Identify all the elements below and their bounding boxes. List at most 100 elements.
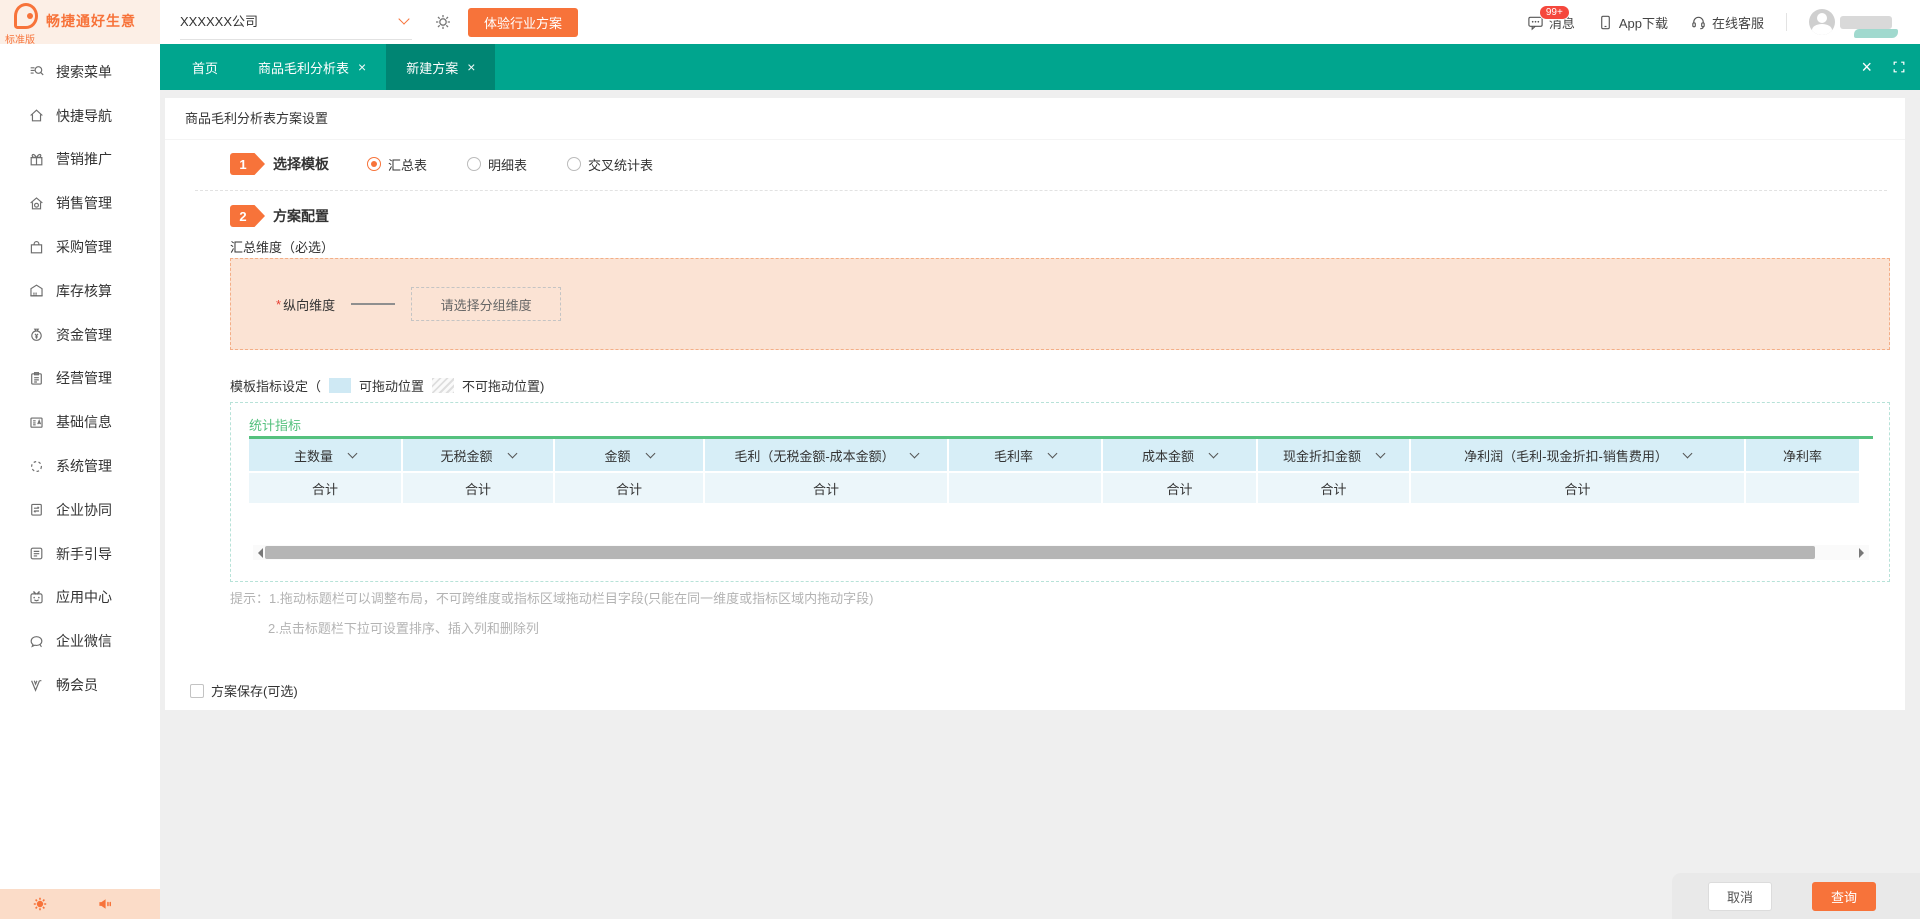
hint1-text: 1.拖动标题栏可以调整布局，不可跨维度或指标区域拖动栏目字段(只能在同一维度或指…: [269, 591, 874, 606]
indicator-table: 主数量 无税金额 金额 毛利（无税金额-成本金额） 毛利率 成本金额 现金折扣金额 净利润（毛…: [249, 439, 1859, 503]
column-header-主数量[interactable]: 主数量: [249, 439, 401, 471]
radio-明细表[interactable]: 明细表: [467, 155, 527, 174]
column-header-毛利率[interactable]: 毛利率: [949, 439, 1101, 471]
not-draggable-swatch-icon: [432, 378, 455, 393]
chevron-down-icon: [1682, 448, 1693, 458]
column-header-毛利（无税金额-成本金额）[interactable]: 毛利（无税金额-成本金额）: [705, 439, 947, 471]
sidebar-item-快捷导航[interactable]: 快捷导航: [0, 94, 160, 138]
sidebar-item-企业微信[interactable]: 企业微信: [0, 619, 160, 663]
messages-item[interactable]: 消息 99+: [1527, 4, 1575, 32]
column-label: 主数量: [293, 448, 333, 464]
settings-gear-icon[interactable]: [434, 13, 452, 31]
total-label: 合计: [311, 481, 338, 497]
tab-close-icon[interactable]: ×: [358, 60, 366, 74]
sidebar-item-label: 营销推广: [56, 151, 112, 168]
column-header-成本金额[interactable]: 成本金额: [1103, 439, 1256, 471]
fullscreen-icon[interactable]: [1892, 60, 1906, 74]
brand-area: 畅捷通好生意 标准版: [0, 0, 160, 46]
id-card-icon: [28, 414, 45, 431]
app-window: 畅捷通好生意 标准版 XXXXXX公司 体验行业方案 消息 99+ App下载 …: [0, 0, 1920, 919]
summary-dimension-label: 汇总维度（必选）: [230, 240, 335, 255]
chevron-down-icon: [645, 448, 655, 458]
sidebar-item-label: 采购管理: [56, 239, 112, 256]
chevron-down-icon: [1208, 448, 1219, 458]
total-label: 合计: [1320, 481, 1347, 497]
sidebar-item-畅会员[interactable]: 畅会员: [0, 663, 160, 707]
save-scheme-option[interactable]: 方案保存(可选): [190, 681, 298, 700]
column-total-cell: 合计: [1103, 473, 1256, 503]
column-header-无税金额[interactable]: 无税金额: [403, 439, 553, 471]
close-icon[interactable]: ×: [1861, 57, 1872, 78]
chevron-down-icon: [347, 448, 358, 458]
query-button[interactable]: 查询: [1812, 881, 1876, 911]
column-total-cell: 合计: [249, 473, 401, 503]
sidebar-item-新手引导[interactable]: 新手引导: [0, 532, 160, 576]
tab-label: 商品毛利分析表: [258, 60, 350, 76]
column-header-净利率[interactable]: 净利率: [1746, 439, 1859, 471]
sidebar-item-label: 系统管理: [56, 458, 112, 475]
bag-icon: [28, 239, 45, 256]
dimension-drop-zone: * 纵向维度 请选择分组维度: [230, 258, 1890, 350]
sidebar-item-应用中心[interactable]: 应用中心: [0, 576, 160, 620]
support-item[interactable]: 在线客服: [1690, 13, 1764, 32]
edition-label: 标准版: [5, 35, 35, 46]
sidebar-item-经营管理[interactable]: 经营管理: [0, 357, 160, 401]
cancel-button[interactable]: 取消: [1708, 881, 1772, 911]
scroll-left-icon[interactable]: [253, 547, 263, 558]
radio-交叉统计表[interactable]: 交叉统计表: [567, 155, 653, 174]
step2-badge: 2: [230, 205, 265, 227]
announcement-speaker-icon[interactable]: [96, 896, 112, 912]
divider: [1786, 13, 1787, 31]
not-draggable-label: 不可拖动位置): [462, 379, 545, 394]
tab-close-icon[interactable]: ×: [467, 60, 475, 74]
column-header-现金折扣金额[interactable]: 现金折扣金额: [1258, 439, 1409, 471]
scrollbar-thumb[interactable]: [265, 546, 1815, 559]
step1-label: 选择模板: [273, 156, 329, 172]
hint-line-2: 2.点击标题栏下拉可设置排序、插入列和删除列: [268, 621, 539, 636]
company-selector[interactable]: XXXXXX公司: [180, 2, 412, 40]
column-label: 净利率: [1782, 448, 1822, 464]
trial-plan-button[interactable]: 体验行业方案: [468, 8, 579, 37]
sidebar-item-搜索菜单[interactable]: 搜索菜单: [0, 50, 160, 94]
checkbox-icon[interactable]: [190, 683, 204, 698]
group-dimension-select[interactable]: 请选择分组维度: [411, 287, 562, 321]
column-label: 净利润（毛利-现金折扣-销售费用）: [1464, 448, 1668, 464]
column-header-净利润（毛利-现金折扣-销售费用）[interactable]: 净利润（毛利-现金折扣-销售费用）: [1411, 439, 1744, 471]
column-total-cell: [949, 473, 1101, 503]
user-account[interactable]: [1809, 9, 1898, 38]
tab-新建方案[interactable]: 新建方案 ×: [386, 44, 496, 90]
username-redacted: [1840, 15, 1898, 38]
footer-gear-icon[interactable]: [32, 896, 48, 912]
sidebar-item-企业协同[interactable]: 企业协同: [0, 488, 160, 532]
messages-badge: 99+: [1538, 4, 1570, 20]
radio-汇总表[interactable]: 汇总表: [367, 155, 427, 174]
tab-首页[interactable]: 首页: [172, 44, 238, 90]
tab-商品毛利分析表[interactable]: 商品毛利分析表 ×: [238, 44, 386, 90]
radio-selected-icon: [367, 157, 381, 171]
column-total-cell: 合计: [1411, 473, 1744, 503]
required-mark: *: [276, 296, 282, 312]
sidebar-item-库存核算[interactable]: 库存核算: [0, 269, 160, 313]
sidebar-item-销售管理[interactable]: 销售管理: [0, 181, 160, 225]
radio-icon: [567, 157, 582, 171]
money-bag-icon: [28, 326, 45, 343]
scroll-right-icon[interactable]: [1859, 547, 1869, 558]
sidebar-item-基础信息[interactable]: 基础信息: [0, 400, 160, 444]
column-label: 金额: [604, 448, 631, 464]
tab-label: 新建方案: [406, 60, 459, 76]
column-header-金额[interactable]: 金额: [555, 439, 703, 471]
sidebar-item-label: 资金管理: [56, 326, 112, 343]
sidebar-item-采购管理[interactable]: 采购管理: [0, 225, 160, 269]
sidebar-item-资金管理[interactable]: 资金管理: [0, 313, 160, 357]
vertical-dimension-label: 纵向维度: [283, 297, 336, 313]
bottom-action-panel: 取消 查询: [1672, 873, 1920, 919]
stat-indicators-title: 统计指标: [249, 418, 302, 433]
horizontal-scrollbar[interactable]: [253, 545, 1869, 560]
column-total-cell: 合计: [705, 473, 947, 503]
app-download-item[interactable]: App下载: [1597, 13, 1668, 32]
sidebar-item-营销推广[interactable]: 营销推广: [0, 138, 160, 182]
indicator-setting-row: 模板指标设定（ 可拖动位置 不可拖动位置): [230, 376, 544, 395]
warehouse-icon: [28, 282, 45, 299]
sidebar-item-系统管理[interactable]: 系统管理: [0, 444, 160, 488]
save-scheme-label: 方案保存(可选): [211, 684, 298, 699]
